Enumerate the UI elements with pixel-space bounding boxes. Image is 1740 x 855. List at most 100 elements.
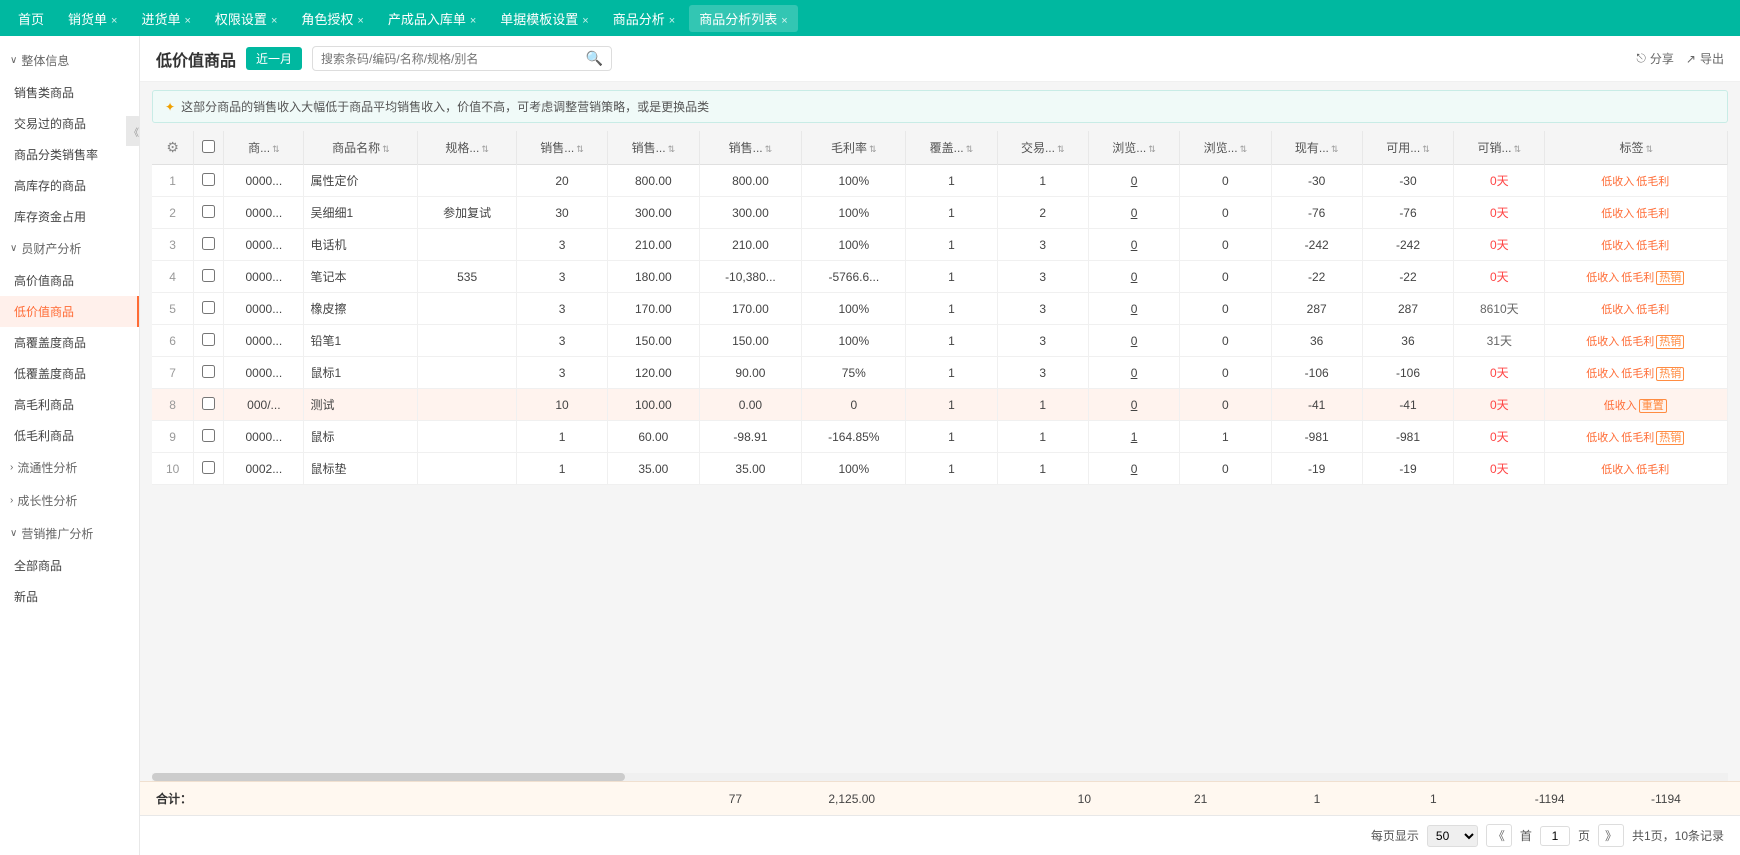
row-s7[interactable]: 0: [1088, 325, 1179, 357]
row-checkbox[interactable]: [202, 237, 215, 250]
row-checkbox[interactable]: [202, 269, 215, 282]
page-input[interactable]: [1540, 826, 1570, 846]
browse-link[interactable]: 0: [1131, 270, 1138, 284]
col-margin[interactable]: 毛利率⇅: [802, 131, 906, 165]
col-sellable[interactable]: 可销...⇅: [1454, 131, 1545, 165]
sidebar-collapse-btn[interactable]: 《: [126, 116, 140, 146]
sidebar-item-new-goods[interactable]: 新品: [0, 581, 139, 612]
sidebar-item-high-coverage[interactable]: 高覆盖度商品: [0, 327, 139, 358]
col-browse2[interactable]: 浏览...⇅: [1180, 131, 1271, 165]
browse-link[interactable]: 0: [1131, 174, 1138, 188]
sidebar-section-overall[interactable]: ∨ 整体信息: [0, 44, 139, 77]
col-coverage[interactable]: 覆盖...⇅: [906, 131, 997, 165]
row-s7[interactable]: 0: [1088, 293, 1179, 325]
sidebar-item-all-goods[interactable]: 全部商品: [0, 550, 139, 581]
col-trade[interactable]: 交易...⇅: [997, 131, 1088, 165]
col-checkbox[interactable]: [194, 131, 224, 165]
browse-link[interactable]: 0: [1131, 462, 1138, 476]
sidebar-section-financial[interactable]: ∨ 员财产分析: [0, 232, 139, 265]
row-s7[interactable]: 0: [1088, 453, 1179, 485]
row-s7[interactable]: 0: [1088, 165, 1179, 197]
col-current[interactable]: 现有...⇅: [1271, 131, 1362, 165]
nav-home[interactable]: 首页: [8, 5, 54, 32]
col-spec[interactable]: 规格...⇅: [418, 131, 517, 165]
horizontal-scrollbar[interactable]: [152, 773, 1728, 781]
row-s7[interactable]: 0: [1088, 261, 1179, 293]
row-checkbox[interactable]: [202, 333, 215, 346]
col-name[interactable]: 商品名称⇅: [304, 131, 418, 165]
select-all-checkbox[interactable]: [202, 140, 215, 153]
browse-link[interactable]: 0: [1131, 302, 1138, 316]
sidebar-item-high-margin[interactable]: 高毛利商品: [0, 389, 139, 420]
nav-product-analysis-list[interactable]: 商品分析列表×: [689, 5, 797, 32]
row-s7[interactable]: 0: [1088, 357, 1179, 389]
row-checkbox-cell[interactable]: [194, 357, 224, 389]
col-settings[interactable]: ⚙: [152, 131, 194, 165]
sidebar-item-low-margin[interactable]: 低毛利商品: [0, 420, 139, 451]
sidebar-item-low-coverage[interactable]: 低覆盖度商品: [0, 358, 139, 389]
row-checkbox-cell[interactable]: [194, 293, 224, 325]
time-filter-button[interactable]: 近一月: [246, 47, 302, 70]
sidebar-item-high-value[interactable]: 高价值商品: [0, 265, 139, 296]
row-s7[interactable]: 0: [1088, 389, 1179, 421]
sidebar-item-high-stock[interactable]: 高库存的商品: [0, 170, 139, 201]
sidebar-section-growth[interactable]: › 成长性分析: [0, 484, 139, 517]
row-checkbox[interactable]: [202, 461, 215, 474]
sidebar-item-category-rate[interactable]: 商品分类销售率: [0, 139, 139, 170]
nav-permission[interactable]: 权限设置×: [205, 5, 287, 32]
col-browse1[interactable]: 浏览...⇅: [1088, 131, 1179, 165]
page-first-btn[interactable]: 《: [1486, 824, 1512, 847]
sidebar-item-stock-capital[interactable]: 库存资金占用: [0, 201, 139, 232]
row-checkbox[interactable]: [202, 429, 215, 442]
row-checkbox-cell[interactable]: [194, 261, 224, 293]
nav-role[interactable]: 角色授权×: [291, 5, 373, 32]
row-s7[interactable]: 1: [1088, 421, 1179, 453]
row-s1: 3: [516, 293, 607, 325]
sidebar-item-traded[interactable]: 交易过的商品: [0, 108, 139, 139]
browse-link[interactable]: 0: [1131, 238, 1138, 252]
nav-product-analysis[interactable]: 商品分析×: [603, 5, 685, 32]
sidebar-item-low-value[interactable]: 低价值商品: [0, 296, 139, 327]
row-checkbox-cell[interactable]: [194, 197, 224, 229]
footer-val-9: 21: [1143, 792, 1259, 806]
row-s4: 100%: [802, 165, 906, 197]
row-checkbox-cell[interactable]: [194, 389, 224, 421]
row-s7[interactable]: 0: [1088, 197, 1179, 229]
row-checkbox[interactable]: [202, 205, 215, 218]
sidebar-item-sales-goods[interactable]: 销售类商品: [0, 77, 139, 108]
nav-product-in[interactable]: 产成品入库单×: [378, 5, 486, 32]
row-checkbox-cell[interactable]: [194, 325, 224, 357]
row-checkbox-cell[interactable]: [194, 453, 224, 485]
browse-link[interactable]: 1: [1131, 430, 1138, 444]
col-s1[interactable]: 销售...⇅: [516, 131, 607, 165]
col-tags[interactable]: 标签⇅: [1545, 131, 1728, 165]
nav-template[interactable]: 单据模板设置×: [490, 5, 598, 32]
row-s7[interactable]: 0: [1088, 229, 1179, 261]
col-s2[interactable]: 销售...⇅: [608, 131, 699, 165]
col-available[interactable]: 可用...⇅: [1362, 131, 1453, 165]
nav-purchase[interactable]: 进货单×: [131, 5, 200, 32]
browse-link[interactable]: 0: [1131, 398, 1138, 412]
search-input[interactable]: [321, 52, 580, 66]
row-checkbox-cell[interactable]: [194, 421, 224, 453]
row-checkbox-cell[interactable]: [194, 229, 224, 261]
browse-link[interactable]: 0: [1131, 206, 1138, 220]
page-size-select[interactable]: 50 100: [1427, 825, 1478, 847]
sidebar-section-flow[interactable]: › 流通性分析: [0, 451, 139, 484]
browse-link[interactable]: 0: [1131, 366, 1138, 380]
page-last-btn[interactable]: 》: [1598, 824, 1624, 847]
col-s3[interactable]: 销售...⇅: [699, 131, 802, 165]
browse-link[interactable]: 0: [1131, 334, 1138, 348]
export-button[interactable]: ↗ 导出: [1686, 50, 1724, 67]
share-button[interactable]: ⎋ 分享: [1636, 50, 1674, 67]
col-code[interactable]: 商...⇅: [224, 131, 304, 165]
sidebar-section-marketing[interactable]: ∨ 营销推广分析: [0, 517, 139, 550]
row-checkbox[interactable]: [202, 301, 215, 314]
nav-sales[interactable]: 销货单×: [58, 5, 127, 32]
row-checkbox[interactable]: [202, 173, 215, 186]
row-checkbox[interactable]: [202, 365, 215, 378]
row-checkbox[interactable]: [202, 397, 215, 410]
search-icon[interactable]: 🔍: [586, 50, 603, 67]
scrollbar-thumb[interactable]: [152, 773, 625, 781]
row-checkbox-cell[interactable]: [194, 165, 224, 197]
